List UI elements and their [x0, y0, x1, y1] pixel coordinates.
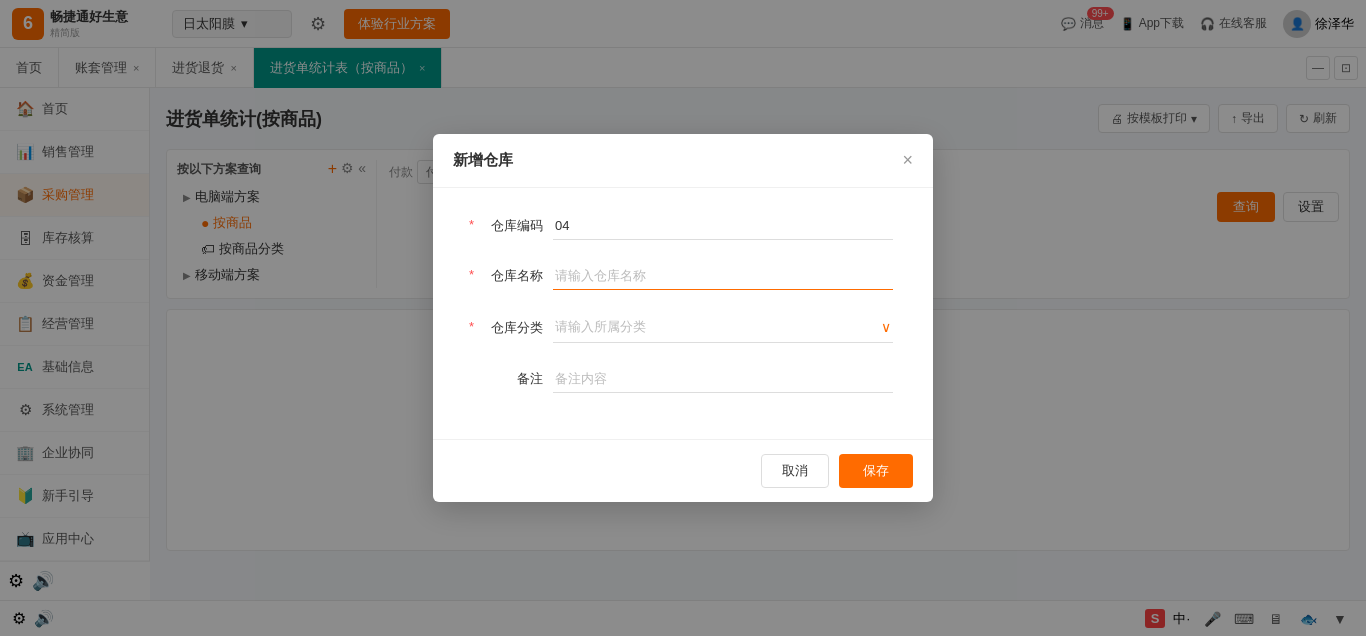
warehouse-name-input[interactable]	[553, 262, 893, 290]
modal-footer: 取消 保存	[433, 439, 933, 502]
modal-header: 新增仓库 ×	[433, 134, 933, 188]
modal-title: 新增仓库	[453, 151, 513, 170]
category-placeholder: 请输入所属分类	[555, 318, 646, 336]
modal-overlay[interactable]: 新增仓库 × 仓库编码 仓库名称 仓库分类 请输入所属分类 ∨	[0, 0, 1366, 636]
form-row-note: 备注	[473, 365, 893, 393]
new-warehouse-modal: 新增仓库 × 仓库编码 仓库名称 仓库分类 请输入所属分类 ∨	[433, 134, 933, 502]
warehouse-note-input[interactable]	[553, 365, 893, 393]
form-row-name: 仓库名称	[473, 262, 893, 290]
save-button[interactable]: 保存	[839, 454, 913, 488]
modal-close-button[interactable]: ×	[902, 150, 913, 171]
form-label-code: 仓库编码	[473, 217, 553, 235]
cancel-button[interactable]: 取消	[761, 454, 829, 488]
category-arrow-icon: ∨	[881, 319, 891, 335]
form-label-name: 仓库名称	[473, 267, 553, 285]
close-icon: ×	[902, 150, 913, 170]
modal-body: 仓库编码 仓库名称 仓库分类 请输入所属分类 ∨ 备注	[433, 188, 933, 439]
form-label-note: 备注	[473, 370, 553, 388]
form-row-code: 仓库编码	[473, 212, 893, 240]
warehouse-code-input[interactable]	[553, 212, 893, 240]
warehouse-category-select[interactable]: 请输入所属分类 ∨	[553, 312, 893, 343]
form-row-category: 仓库分类 请输入所属分类 ∨	[473, 312, 893, 343]
form-label-category: 仓库分类	[473, 319, 553, 337]
